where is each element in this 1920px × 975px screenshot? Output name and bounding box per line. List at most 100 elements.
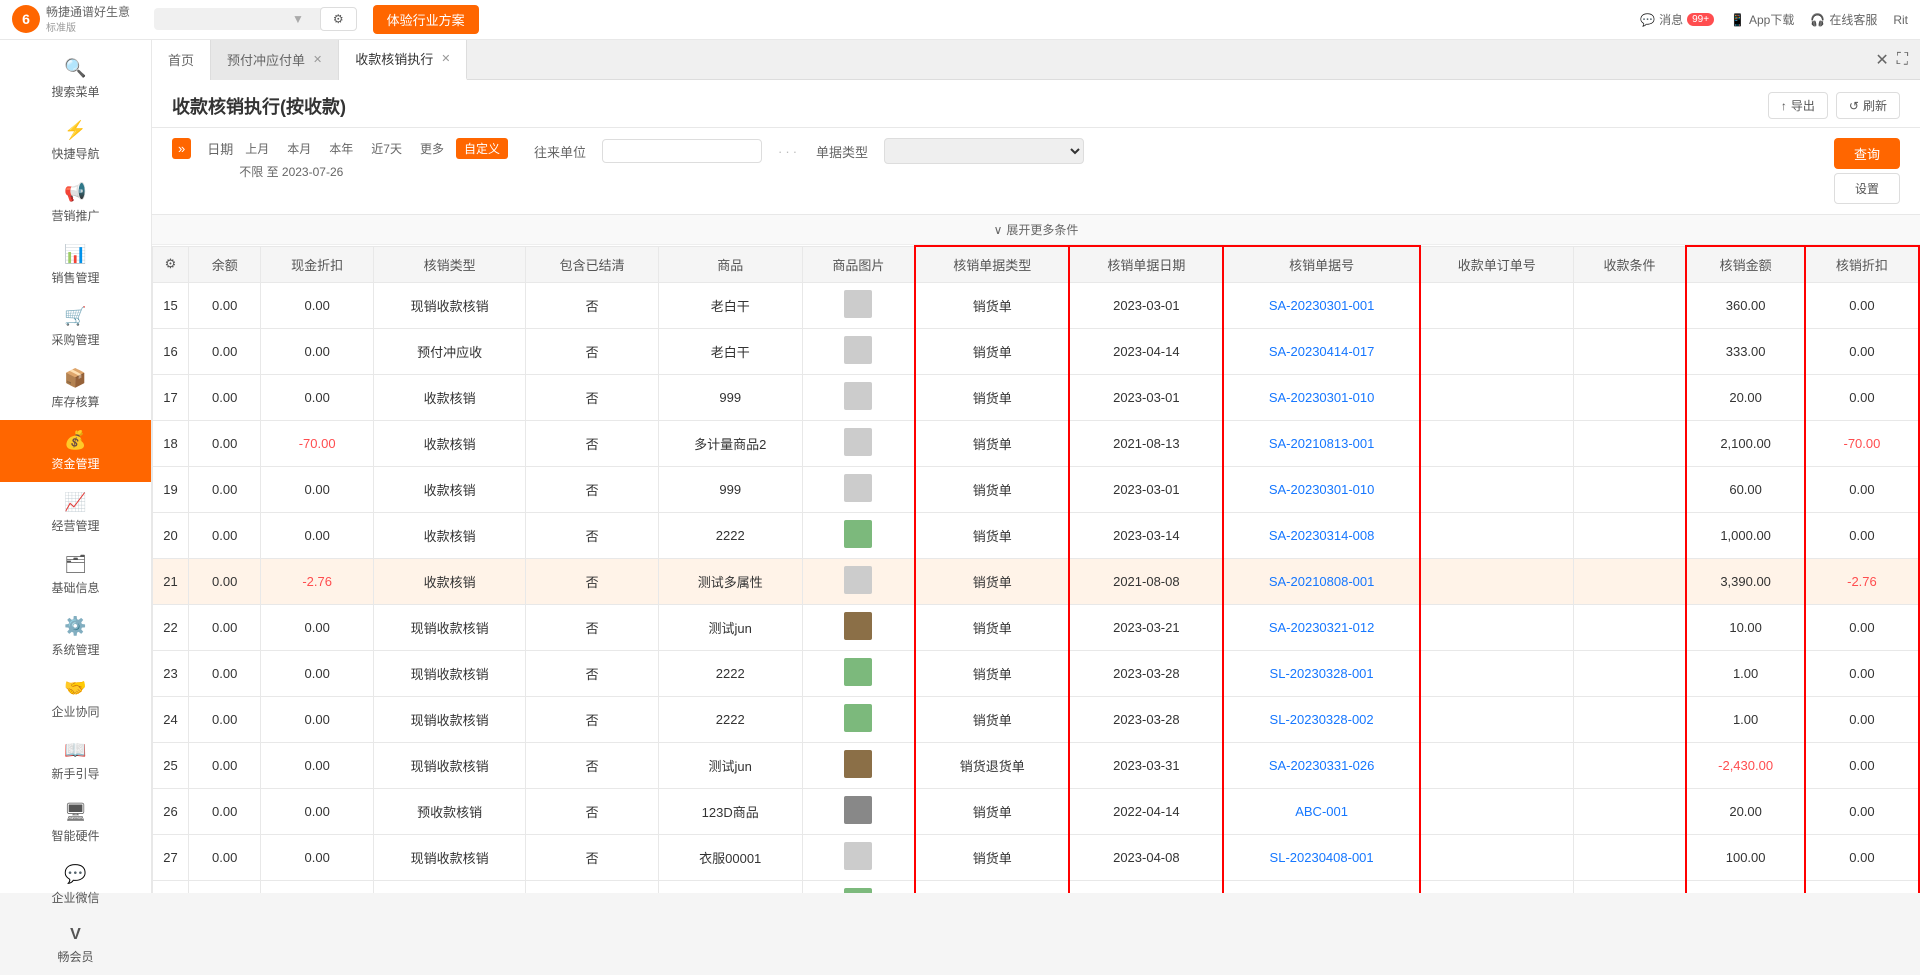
cell-cash-discount: 0.00 [261,789,373,835]
sidebar-item-inventory[interactable]: 📦 库存核算 [0,358,151,420]
doc-no-link[interactable]: SA-20210813-001 [1269,436,1375,451]
th-gear[interactable]: ⚙ [153,246,189,283]
cell-verify-amount: 1.00 [1686,651,1805,697]
sidebar-label-purchase: 采购管理 [51,331,99,348]
sidebar-item-hardware[interactable]: 🖥 智能硬件 [0,792,151,854]
sidebar-item-search[interactable]: 🔍 搜索菜单 [0,48,151,110]
cell-doc-no[interactable]: ABC-001 [1223,789,1419,835]
cell-doc-no[interactable]: SA-20230301-001 [1223,283,1419,329]
from-unit-input[interactable] [602,139,762,163]
doc-no-link[interactable]: SA-20210808-001 [1269,574,1375,589]
doc-no-link[interactable]: SL-20230408-001 [1270,850,1374,865]
sidebar-item-baseinfo[interactable]: 🗂 基础信息 [0,544,151,606]
doc-no-link[interactable]: SA-20230314-008 [1269,528,1375,543]
cell-num: 18 [153,421,189,467]
refresh-btn[interactable]: ↺ 刷新 [1836,92,1900,119]
sidebar-item-operations[interactable]: 📈 经营管理 [0,482,151,544]
cell-receipt-cond [1573,513,1686,559]
cell-doc-no[interactable]: SL-20230328-002 [1223,697,1419,743]
date-this-month-btn[interactable]: 本月 [281,138,317,159]
cell-verify-amount: 1,000.00 [1686,513,1805,559]
sidebar-item-quicknav[interactable]: ⚡ 快捷导航 [0,110,151,172]
doc-no-link[interactable]: SA-20230301-001 [1269,298,1375,313]
doc-no-link[interactable]: SA-20230331-026 [1269,758,1375,773]
cell-doc-no[interactable]: SA-20230414-017 [1223,329,1419,375]
cell-receipt-order [1420,743,1573,789]
setting-btn[interactable]: 设置 [1834,173,1900,204]
tab-verify[interactable]: 收款核销执行 ✕ [339,40,467,80]
sidebar-item-system[interactable]: ⚙️ 系统管理 [0,606,151,668]
data-table: ⚙ 余额 现金折扣 核销类型 包含已结清 商品 商品图片 核销单据类型 核销单据… [152,245,1920,893]
cell-doc-no[interactable]: SL-20230328-001 [1223,651,1419,697]
date-last-month-btn[interactable]: 上月 [239,138,275,159]
sidebar-label-inventory: 库存核算 [51,393,99,410]
cell-product: 测试jun [658,743,802,789]
cell-doc-no[interactable]: SA-20230331-026 [1223,743,1419,789]
doc-no-link[interactable]: SL-20230328-001 [1270,666,1374,681]
message-btn[interactable]: 💬 消息 99+ [1640,11,1714,28]
cell-included-cleared: 否 [526,329,659,375]
sidebar: 🔍 搜索菜单 ⚡ 快捷导航 📢 营销推广 📊 销售管理 🛒 采购管理 📦 库存核… [0,40,152,893]
th-doc-type: 核销单据类型 [915,246,1069,283]
date-this-year-btn[interactable]: 本年 [323,138,359,159]
date-more-btn[interactable]: 更多 [414,138,450,159]
cell-verify-discount: 0.00 [1805,375,1919,421]
doc-no-link[interactable]: SA-20230321-012 [1269,620,1375,635]
doc-type-select[interactable] [884,138,1084,164]
doc-no-link[interactable]: ABC-001 [1295,804,1348,819]
tab-verify-close[interactable]: ✕ [441,52,450,65]
tab-home[interactable]: 首页 [152,40,211,80]
tab-close-all-btn[interactable]: ✕ [1875,50,1888,70]
doc-no-link[interactable]: SA-20230414-017 [1269,344,1375,359]
cell-doc-no[interactable]: SA-20230301-010 [1223,375,1419,421]
cell-product: 999 [658,467,802,513]
th-receipt-order: 收款单订单号 [1420,246,1573,283]
cell-doc-no[interactable]: SA-20230301-010 [1223,467,1419,513]
sidebar-item-collab[interactable]: 🤝 企业协同 [0,668,151,730]
cell-doc-no[interactable]: SL-20230408-001 [1223,835,1419,881]
cell-doc-date: 2023-04-08 [1069,835,1223,881]
trial-btn[interactable]: 体验行业方案 [373,5,479,34]
cell-doc-date: 2023-03-01 [1069,467,1223,513]
cell-verify-type: 收款核销 [373,513,526,559]
tab-prepay-close[interactable]: ✕ [313,53,322,66]
filter-toggle-btn[interactable]: » [172,138,191,159]
doc-no-link[interactable]: SA-20230301-010 [1269,482,1375,497]
cell-receipt-cond [1573,835,1686,881]
doc-no-link[interactable]: SL-20230328-002 [1270,712,1374,727]
sidebar-item-weixin[interactable]: 💬 企业微信 [0,854,151,916]
sidebar-item-finance[interactable]: 💰 资金管理 [0,420,151,482]
sidebar-label-newuser: 新手引导 [51,765,99,782]
user-name: Rit [1893,13,1908,27]
th-included-cleared: 包含已结清 [526,246,659,283]
tab-prepay-label: 预付冲应付单 [227,50,305,69]
sidebar-item-newuser[interactable]: 📖 新手引导 [0,730,151,792]
export-btn[interactable]: ↑ 导出 [1768,92,1828,119]
cell-doc-no[interactable]: SA-20230314-008 [1223,513,1419,559]
sidebar-item-sales[interactable]: 📊 销售管理 [0,234,151,296]
cell-cash-discount: 0.00 [261,375,373,421]
cell-cash-discount: -2.76 [261,559,373,605]
sidebar-item-marketing[interactable]: 📢 营销推广 [0,172,151,234]
doc-type-label: 单据类型 [816,142,868,161]
sidebar-item-purchase[interactable]: 🛒 采购管理 [0,296,151,358]
cell-included-cleared: 否 [526,697,659,743]
cell-doc-no[interactable]: SA-20210813-001 [1223,421,1419,467]
cell-doc-no[interactable]: SA-20230321-012 [1223,605,1419,651]
query-btn[interactable]: 查询 [1834,138,1900,169]
tab-maximize-btn[interactable]: ⛶ [1897,51,1908,69]
cell-doc-no[interactable]: SA-20210808-001 [1223,559,1419,605]
doc-no-link[interactable]: SA-20230301-010 [1269,390,1375,405]
cell-doc-no[interactable]: SL-20230418-001 [1223,881,1419,894]
user-avatar[interactable]: Rit [1893,13,1908,27]
sidebar-item-member[interactable]: V 畅会员 [0,916,151,975]
app-download-btn[interactable]: 📱 App下载 [1730,11,1794,28]
sidebar-label-weixin: 企业微信 [51,889,99,906]
online-service-btn[interactable]: 🎧 在线客服 [1810,11,1877,28]
expand-more-btn[interactable]: ∨ 展开更多条件 [152,215,1920,245]
settings-icon-btn[interactable]: ⚙ [320,7,357,31]
date-7days-btn[interactable]: 近7天 [365,138,408,159]
date-custom-btn[interactable]: 自定义 [456,138,508,159]
cell-receipt-cond [1573,283,1686,329]
tab-prepay[interactable]: 预付冲应付单 ✕ [211,40,339,80]
